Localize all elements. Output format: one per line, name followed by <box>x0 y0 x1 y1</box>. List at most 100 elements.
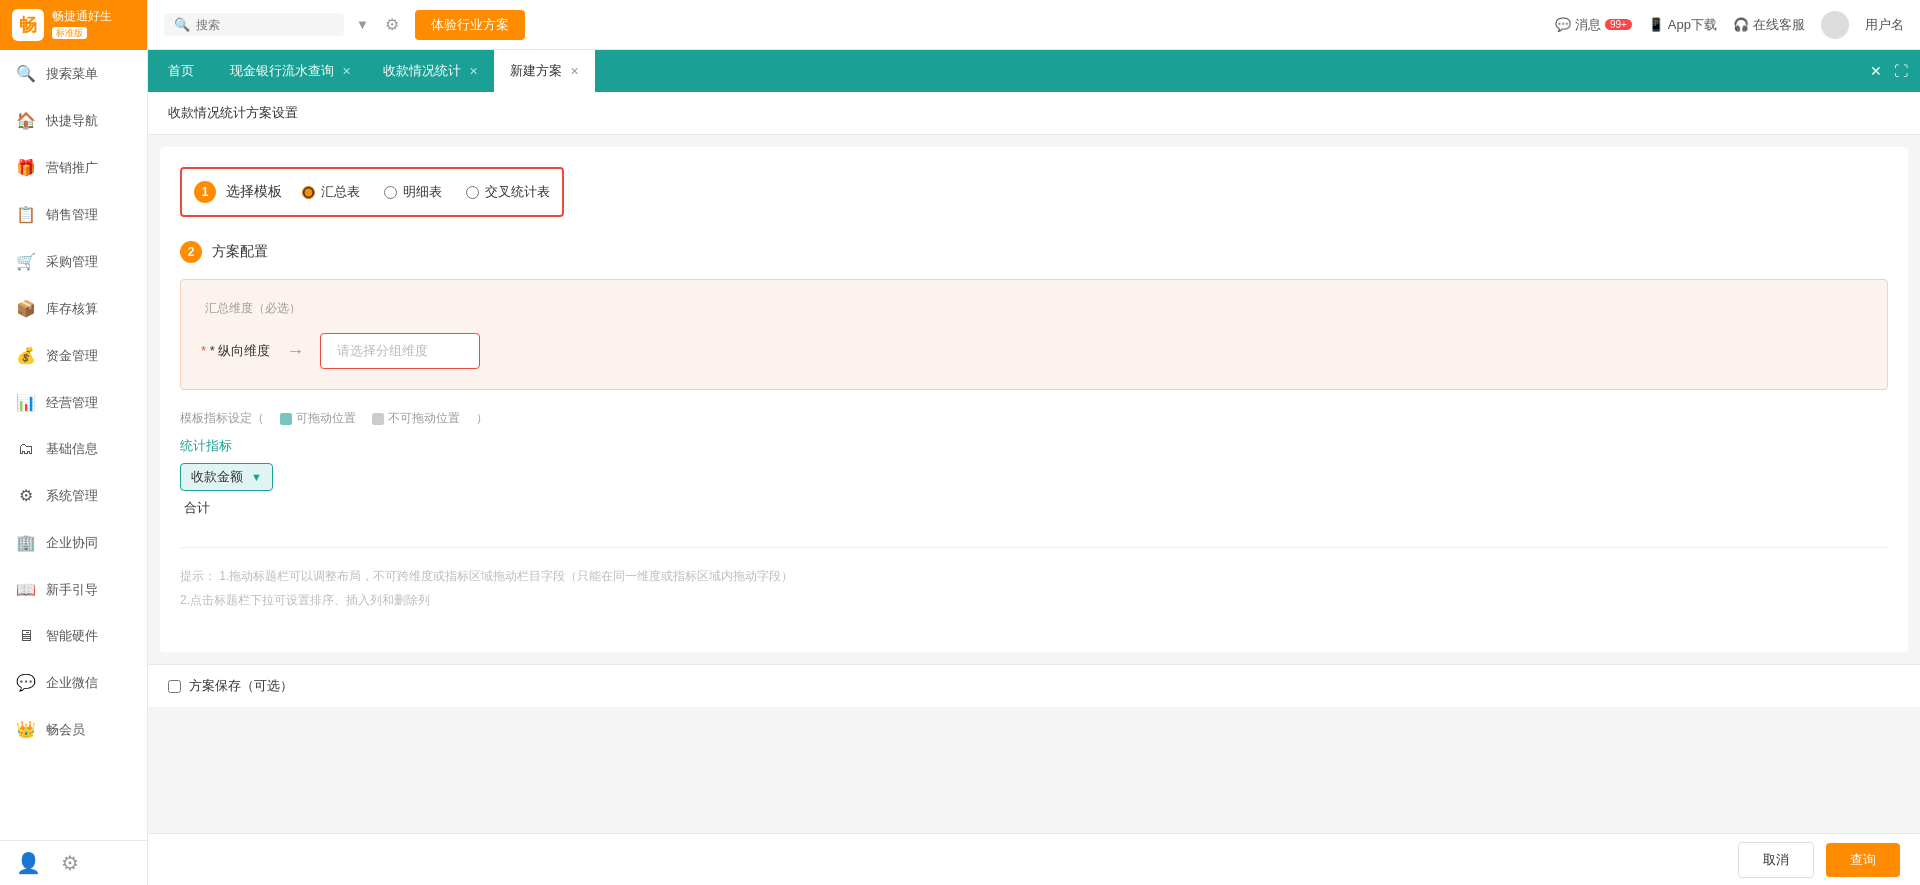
tab-new-plan-close[interactable]: ✕ <box>570 65 579 78</box>
sidebar-item-inventory[interactable]: 📦 库存核算 <box>0 285 147 332</box>
quick-nav-icon: 🏠 <box>16 111 36 130</box>
window-close-btn[interactable]: ✕ <box>1870 63 1882 79</box>
radio-summary[interactable]: 汇总表 <box>302 183 360 201</box>
funds-icon: 💰 <box>16 346 36 365</box>
template-radio-group: 汇总表 明细表 交叉统计表 <box>302 183 550 201</box>
content-body: 收款情况统计方案设置 1 选择模板 汇总表 明细表 <box>148 92 1920 833</box>
tab-new-plan[interactable]: 新建方案 ✕ <box>494 50 595 92</box>
save-row: 方案保存（可选） <box>148 664 1920 707</box>
app-download-action[interactable]: 📱 App下载 <box>1648 16 1717 34</box>
draggable-dot <box>280 413 292 425</box>
radio-detail-label: 明细表 <box>403 183 442 201</box>
metrics-section: 模板指标设定（ 可拖动位置 不可拖动位置 ） 统计指标 <box>180 410 1888 517</box>
content-area: 收款情况统计方案设置 1 选择模板 汇总表 明细表 <box>148 92 1920 885</box>
service-action[interactable]: 🎧 在线客服 <box>1733 16 1805 34</box>
marketing-icon: 🎁 <box>16 158 36 177</box>
tab-collection-stat-close[interactable]: ✕ <box>469 65 478 78</box>
tab-home-label: 首页 <box>168 62 194 80</box>
header-actions: 💬 消息 99+ 📱 App下载 🎧 在线客服 用户名 <box>1555 11 1904 39</box>
tab-new-plan-label: 新建方案 <box>510 62 562 80</box>
tab-home[interactable]: 首页 <box>148 50 214 92</box>
sidebar-item-member[interactable]: 👑 畅会员 <box>0 706 147 753</box>
header: 🔍 ▼ ⚙ 体验行业方案 💬 消息 99+ 📱 App下载 🎧 在线客服 用户名 <box>148 0 1920 50</box>
enterprise-icon: 🏢 <box>16 533 36 552</box>
sidebar-item-funds[interactable]: 💰 资金管理 <box>0 332 147 379</box>
member-icon: 👑 <box>16 720 36 739</box>
logo-text: 畅捷通好生 标准版 <box>52 9 112 40</box>
sidebar-item-hardware[interactable]: 🖥 智能硬件 <box>0 613 147 659</box>
dimension-row: * * 纵向维度 → 请选择分组维度 <box>201 333 1867 369</box>
radio-summary-input[interactable] <box>302 186 315 199</box>
system-icon: ⚙ <box>16 486 36 505</box>
sidebar-item-purchase[interactable]: 🛒 采购管理 <box>0 238 147 285</box>
dimension-select-box[interactable]: 请选择分组维度 <box>320 333 480 369</box>
wechat-icon: 💬 <box>16 673 36 692</box>
sidebar-item-guide[interactable]: 📖 新手引导 <box>0 566 147 613</box>
window-expand-btn[interactable]: ⛶ <box>1894 63 1908 79</box>
radio-cross[interactable]: 交叉统计表 <box>466 183 550 201</box>
tips-line2: 2.点击标题栏下拉可设置排序、插入列和删除列 <box>180 588 1888 612</box>
metrics-sub-total: 合计 <box>180 499 1888 517</box>
tab-bank-flow[interactable]: 现金银行流水查询 ✕ <box>214 50 367 92</box>
sidebar-bottom-icon2[interactable]: ⚙ <box>61 851 79 875</box>
sidebar: 畅 畅捷通好生 标准版 🔍 搜索菜单 🏠 快捷导航 🎁 营销推广 📋 销售管理 … <box>0 0 148 885</box>
search-input[interactable] <box>196 18 326 32</box>
sidebar-item-search-menu[interactable]: 🔍 搜索菜单 <box>0 50 147 97</box>
radio-summary-label: 汇总表 <box>321 183 360 201</box>
metrics-title: 统计指标 <box>180 437 1888 455</box>
tips-line1: 提示： 1.拖动标题栏可以调整布局，不可跨维度或指标区域拖动栏目字段（只能在同一… <box>180 564 1888 588</box>
step1-badge: 1 <box>194 181 216 203</box>
sidebar-bottom: 👤 ⚙ <box>0 840 147 885</box>
tab-bank-flow-close[interactable]: ✕ <box>342 65 351 78</box>
basic-info-icon: 🗂 <box>16 440 36 458</box>
sidebar-item-sales[interactable]: 📋 销售管理 <box>0 191 147 238</box>
tab-collection-stat[interactable]: 收款情况统计 ✕ <box>367 50 494 92</box>
avatar[interactable] <box>1821 11 1849 39</box>
metrics-section-label: 模板指标设定（ <box>180 410 264 427</box>
sidebar-item-operations[interactable]: 📊 经营管理 <box>0 379 147 426</box>
query-button[interactable]: 查询 <box>1826 843 1900 877</box>
step1-label: 选择模板 <box>226 183 282 201</box>
radio-detail[interactable]: 明细表 <box>384 183 442 201</box>
header-search-box[interactable]: 🔍 <box>164 13 344 36</box>
header-dropdown-icon[interactable]: ▼ <box>356 17 369 32</box>
sidebar-item-marketing[interactable]: 🎁 营销推广 <box>0 144 147 191</box>
dimension-area: 汇总维度（必选） * * 纵向维度 → 请选择分组维度 <box>180 279 1888 390</box>
message-action[interactable]: 💬 消息 99+ <box>1555 16 1632 34</box>
trial-button[interactable]: 体验行业方案 <box>415 10 525 40</box>
sidebar-nav: 🔍 搜索菜单 🏠 快捷导航 🎁 营销推广 📋 销售管理 🛒 采购管理 📦 库存核… <box>0 50 147 840</box>
message-icon: 💬 <box>1555 17 1571 32</box>
metrics-tag-arrow-icon: ▼ <box>251 471 262 483</box>
save-checkbox[interactable] <box>168 680 181 693</box>
guide-icon: 📖 <box>16 580 36 599</box>
tab-bar: 首页 现金银行流水查询 ✕ 收款情况统计 ✕ 新建方案 ✕ ✕ ⛶ <box>148 50 1920 92</box>
step1-row: 1 选择模板 汇总表 明细表 交叉统计表 <box>180 167 564 217</box>
radio-detail-input[interactable] <box>384 186 397 199</box>
header-gear-icon[interactable]: ⚙ <box>385 15 399 34</box>
cancel-button[interactable]: 取消 <box>1738 842 1814 878</box>
app-download-icon: 📱 <box>1648 17 1664 32</box>
inventory-icon: 📦 <box>16 299 36 318</box>
service-icon: 🎧 <box>1733 17 1749 32</box>
sidebar-item-wechat[interactable]: 💬 企业微信 <box>0 659 147 706</box>
user-name: 用户名 <box>1865 16 1904 34</box>
sidebar-item-system[interactable]: ⚙ 系统管理 <box>0 472 147 519</box>
sidebar-item-enterprise[interactable]: 🏢 企业协同 <box>0 519 147 566</box>
sidebar-bottom-icon1[interactable]: 👤 <box>16 851 41 875</box>
step2-section: 2 方案配置 汇总维度（必选） * * 纵向维度 → <box>180 241 1888 612</box>
form-section: 1 选择模板 汇总表 明细表 交叉统计表 <box>160 147 1908 652</box>
search-menu-icon: 🔍 <box>16 64 36 83</box>
sidebar-logo: 畅 畅捷通好生 标准版 <box>0 0 147 50</box>
metrics-tag-amount[interactable]: 收款金额 ▼ <box>180 463 273 491</box>
purchase-icon: 🛒 <box>16 252 36 271</box>
tips-section: 提示： 1.拖动标题栏可以调整布局，不可跨维度或指标区域拖动栏目字段（只能在同一… <box>180 547 1888 612</box>
dimension-arrow-icon: → <box>286 341 304 362</box>
radio-cross-input[interactable] <box>466 186 479 199</box>
step2-label: 方案配置 <box>212 243 268 261</box>
footer: 取消 查询 <box>148 833 1920 885</box>
logo-icon: 畅 <box>12 9 44 41</box>
sales-icon: 📋 <box>16 205 36 224</box>
sidebar-item-quick-nav[interactable]: 🏠 快捷导航 <box>0 97 147 144</box>
main-area: 🔍 ▼ ⚙ 体验行业方案 💬 消息 99+ 📱 App下载 🎧 在线客服 用户名 <box>148 0 1920 885</box>
sidebar-item-basic-info[interactable]: 🗂 基础信息 <box>0 426 147 472</box>
